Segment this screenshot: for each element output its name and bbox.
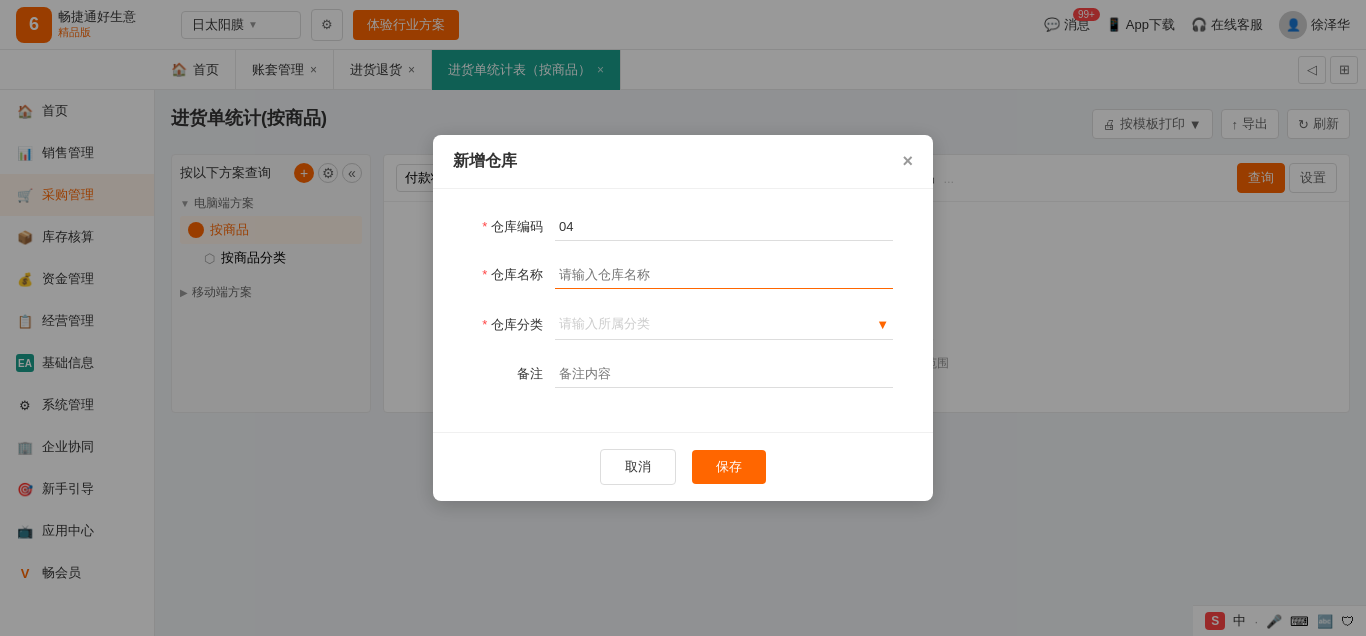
note-label: 备注: [473, 365, 543, 383]
code-label: 仓库编码: [473, 218, 543, 236]
modal-footer: 取消 保存: [433, 432, 933, 501]
save-button[interactable]: 保存: [692, 450, 766, 484]
category-placeholder: 请输入所属分类: [559, 315, 650, 333]
form-row-name: 仓库名称: [473, 261, 893, 289]
modal-body: 仓库编码 仓库名称 仓库分类 请输入所属分类 ▼ 备注: [433, 189, 933, 432]
modal-header: 新增仓库 ×: [433, 135, 933, 189]
category-label: 仓库分类: [473, 316, 543, 334]
modal-title: 新增仓库: [453, 151, 517, 172]
modal-close-button[interactable]: ×: [902, 151, 913, 172]
form-row-code: 仓库编码: [473, 213, 893, 241]
name-input[interactable]: [555, 261, 893, 289]
modal-new-warehouse: 新增仓库 × 仓库编码 仓库名称 仓库分类 请输入所属分类 ▼ 备注: [433, 135, 933, 501]
note-input[interactable]: [555, 360, 893, 388]
modal-overlay[interactable]: 新增仓库 × 仓库编码 仓库名称 仓库分类 请输入所属分类 ▼ 备注: [0, 0, 1366, 636]
category-arrow-icon: ▼: [876, 317, 889, 332]
name-label: 仓库名称: [473, 266, 543, 284]
form-row-category: 仓库分类 请输入所属分类 ▼: [473, 309, 893, 340]
category-select[interactable]: 请输入所属分类 ▼: [555, 309, 893, 340]
form-row-note: 备注: [473, 360, 893, 388]
cancel-button[interactable]: 取消: [600, 449, 676, 485]
code-input[interactable]: [555, 213, 893, 241]
